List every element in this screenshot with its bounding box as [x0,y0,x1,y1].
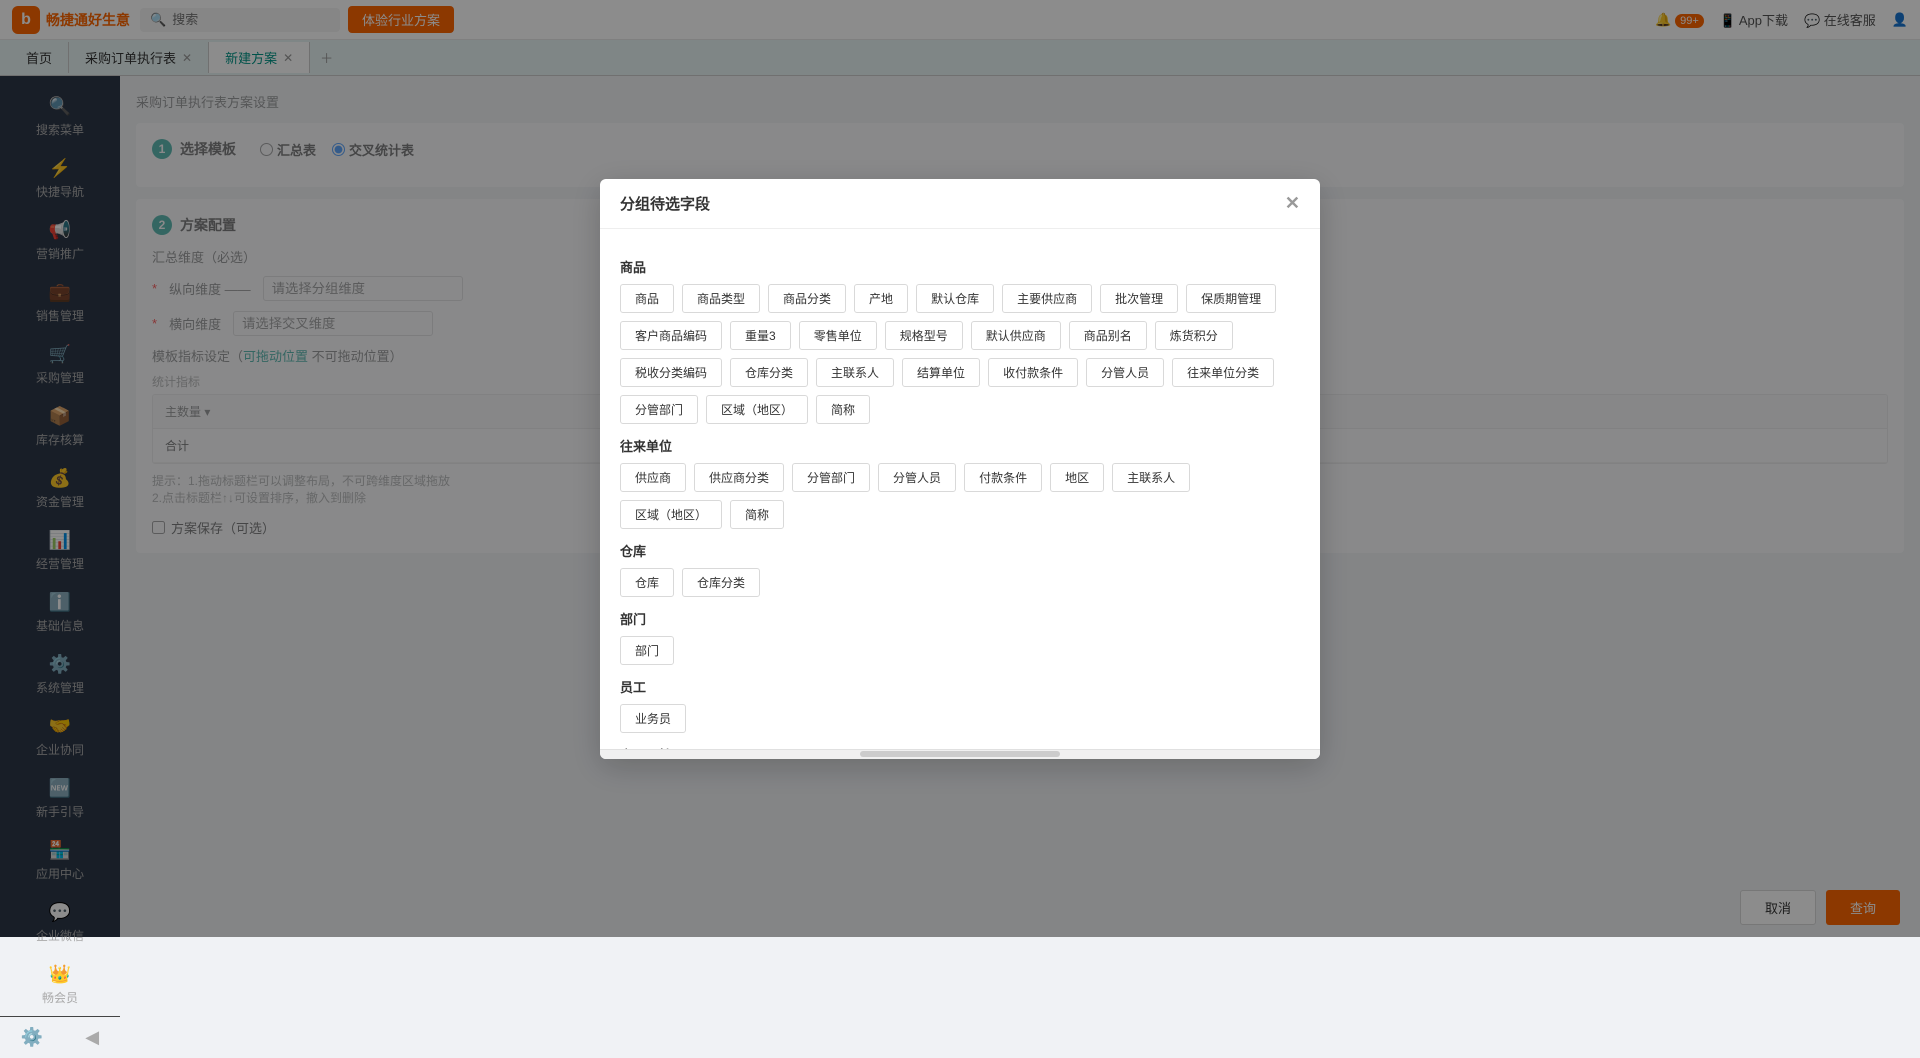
field-tag-spec-model[interactable]: 规格型号 [885,321,963,350]
modal-hscroll [600,749,1320,759]
sidebar-collapse-btn[interactable]: ◀ [85,1027,99,1048]
field-tag-warehouse-category[interactable]: 仓库分类 [730,358,808,387]
group-title-department: 部门 [620,609,1300,628]
field-tag-dept-supervisor[interactable]: 分管部门 [620,395,698,424]
modal-header: 分组待选字段 ✕ [600,179,1320,229]
field-tag-batch-mgmt[interactable]: 批次管理 [1100,284,1178,313]
field-tag-shelf-life[interactable]: 保质期管理 [1186,284,1276,313]
field-tag-main-contact[interactable]: 主联系人 [816,358,894,387]
field-tag-tax-code[interactable]: 税收分类编码 [620,358,722,387]
modal-overlay: 分组待选字段 ✕ 商品 商品 商品类型 商品分类 产地 默认仓库 主要供应商 批… [0,0,1920,937]
field-tag-dept-supervisor2[interactable]: 分管部门 [792,463,870,492]
field-tags-warehouse: 仓库 仓库分类 [620,568,1300,597]
field-tags-employee: 业务员 [620,704,1300,733]
field-tag-abbreviation-product[interactable]: 简称 [816,395,870,424]
field-select-modal: 分组待选字段 ✕ 商品 商品 商品类型 商品分类 产地 默认仓库 主要供应商 批… [600,179,1320,759]
field-tag-default-supplier[interactable]: 默认供应商 [971,321,1061,350]
field-tag-payment-terms2[interactable]: 付款条件 [964,463,1042,492]
field-tag-customer-sku[interactable]: 客户商品编码 [620,321,722,350]
field-tag-warehouse[interactable]: 仓库 [620,568,674,597]
modal-body: 商品 商品 商品类型 商品分类 产地 默认仓库 主要供应商 批次管理 保质期管理… [600,229,1320,749]
group-title-employee: 员工 [620,677,1300,696]
field-tag-supplier[interactable]: 供应商 [620,463,686,492]
sidebar-settings-btn[interactable]: ⚙️ [21,1027,43,1048]
field-tag-supplier-category[interactable]: 供应商分类 [694,463,784,492]
field-tag-product-type[interactable]: 商品类型 [682,284,760,313]
field-tag-main-contact2[interactable]: 主联系人 [1112,463,1190,492]
field-tag-retail-unit[interactable]: 零售单位 [799,321,877,350]
group-title-warehouse: 仓库 [620,541,1300,560]
field-tag-origin[interactable]: 产地 [854,284,908,313]
sidebar-member-label: 畅会员 [42,989,78,1006]
modal-close-icon[interactable]: ✕ [1285,193,1300,214]
field-tag-payment-terms[interactable]: 收付款条件 [988,358,1078,387]
field-tag-abbreviation2[interactable]: 简称 [730,500,784,529]
field-tag-region-product[interactable]: 区域（地区） [706,395,808,424]
modal-title: 分组待选字段 [620,193,710,214]
field-tag-salesperson[interactable]: 业务员 [620,704,686,733]
sidebar-member-icon: 👑 [49,964,71,985]
field-tag-product-category[interactable]: 商品分类 [768,284,846,313]
field-tag-department[interactable]: 部门 [620,636,674,665]
field-tag-product-alias[interactable]: 商品别名 [1069,321,1147,350]
group-title-partner: 往来单位 [620,436,1300,455]
sidebar-item-member[interactable]: 👑 畅会员 [0,954,120,1016]
field-tag-supervisor[interactable]: 分管人员 [1086,358,1164,387]
field-tag-weight[interactable]: 重量3 [730,321,791,350]
field-tag-region2[interactable]: 区域（地区） [620,500,722,529]
field-tag-supervisor2[interactable]: 分管人员 [878,463,956,492]
sidebar-bottom: ⚙️ ◀ [0,1016,120,1058]
field-tag-settlement-unit[interactable]: 结算单位 [902,358,980,387]
field-tags-partner: 供应商 供应商分类 分管部门 分管人员 付款条件 地区 主联系人 区域（地区） … [620,463,1300,529]
field-tag-main-supplier[interactable]: 主要供应商 [1002,284,1092,313]
field-tags-department: 部门 [620,636,1300,665]
group-title-product-attr: 商品属性 [620,745,1300,749]
field-tag-product[interactable]: 商品 [620,284,674,313]
field-tag-refine-points[interactable]: 炼货积分 [1155,321,1233,350]
hscroll-thumb [860,751,1060,757]
field-tag-warehouse-cat[interactable]: 仓库分类 [682,568,760,597]
field-tag-default-warehouse[interactable]: 默认仓库 [916,284,994,313]
field-tag-region-partner[interactable]: 地区 [1050,463,1104,492]
field-tag-partner-category[interactable]: 往来单位分类 [1172,358,1274,387]
field-tags-product: 商品 商品类型 商品分类 产地 默认仓库 主要供应商 批次管理 保质期管理 客户… [620,284,1300,424]
group-title-product: 商品 [620,257,1300,276]
